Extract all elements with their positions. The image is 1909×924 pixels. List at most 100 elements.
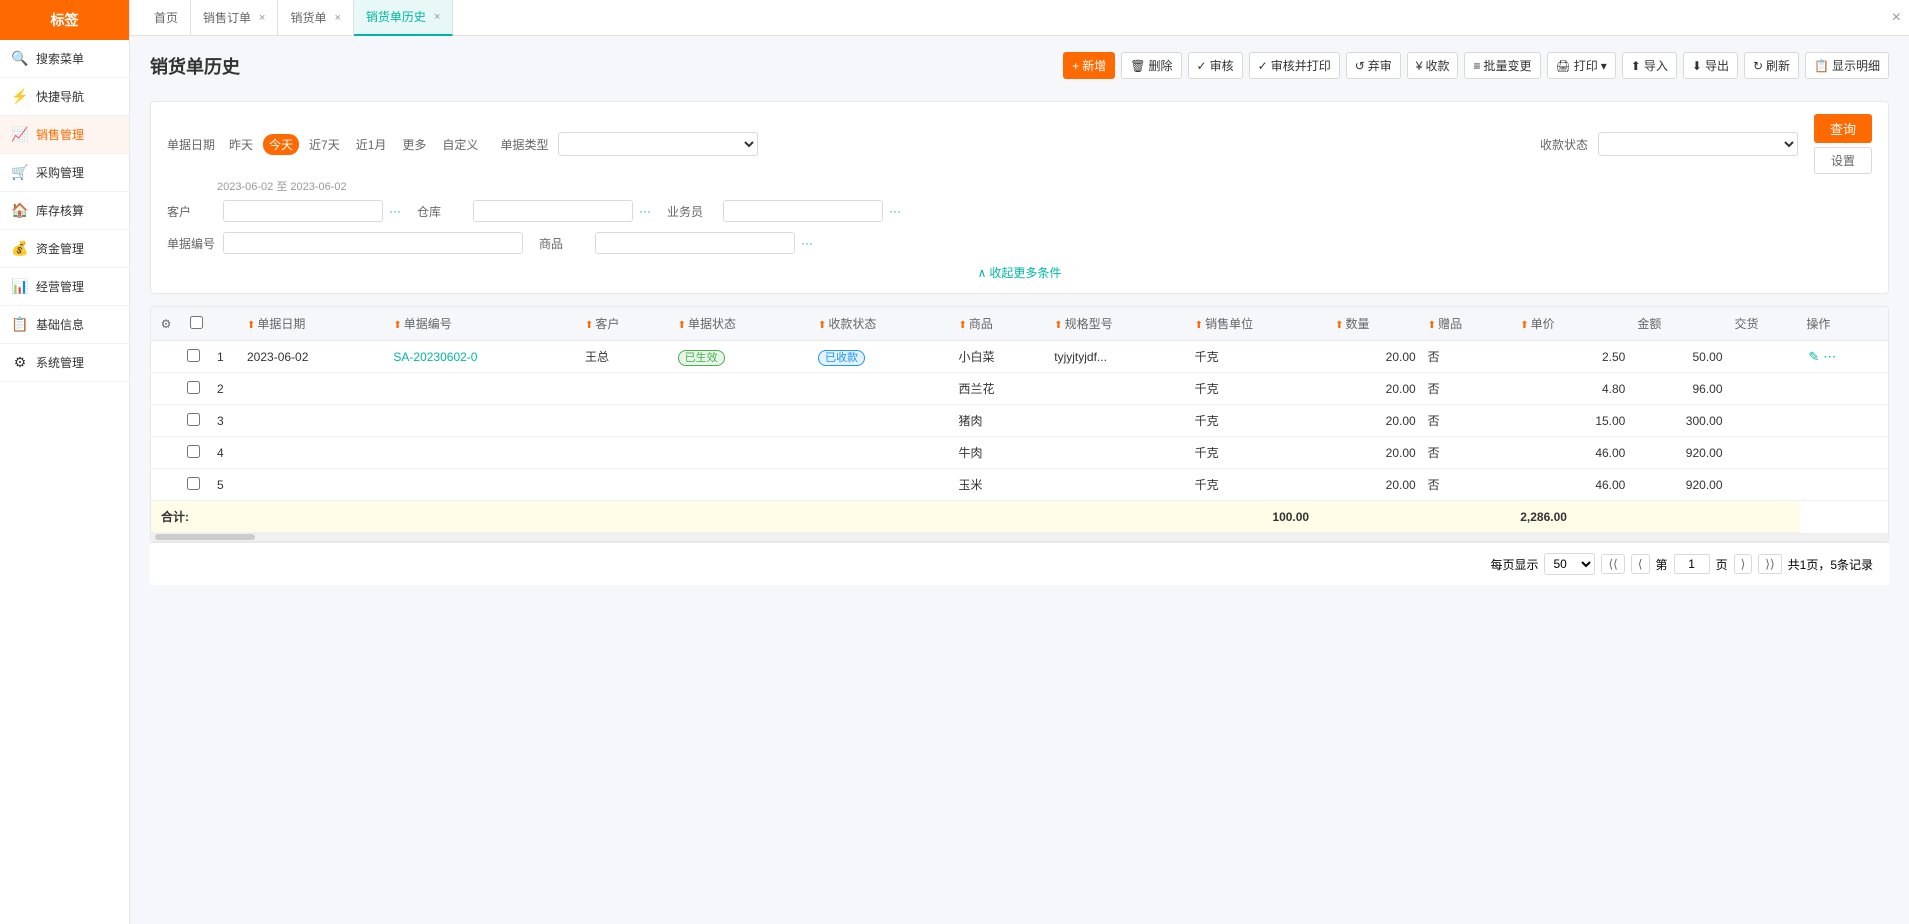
doc-number-cell[interactable]: [387, 373, 579, 405]
date-tag-more[interactable]: 更多: [396, 134, 432, 155]
delete-button[interactable]: 🗑 删除: [1121, 52, 1181, 79]
btn-label: 刷新: [1766, 57, 1790, 74]
row-checkbox[interactable]: [187, 349, 200, 362]
warehouse-dots[interactable]: ···: [639, 204, 651, 218]
audit-print-button[interactable]: ✓ 审核并打印: [1249, 52, 1340, 79]
col-unit[interactable]: ⬆销售单位: [1189, 307, 1329, 341]
last-page-button[interactable]: ⟩⟩: [1758, 554, 1781, 574]
row-checkbox[interactable]: [187, 413, 200, 426]
checkbox-cell[interactable]: [181, 341, 211, 373]
batch-change-button[interactable]: ≡ 批量变更: [1464, 52, 1540, 79]
checkbox-cell[interactable]: [181, 437, 211, 469]
col-customer[interactable]: ⬆客户: [579, 307, 672, 341]
price-cell: 46.00: [1514, 437, 1631, 469]
export-button[interactable]: ⬇ 导出: [1683, 52, 1738, 79]
tab-sales-order[interactable]: 销售订单 ×: [191, 0, 278, 36]
date-tag-today[interactable]: 今天: [263, 134, 299, 155]
refresh-button[interactable]: ↻ 刷新: [1744, 52, 1799, 79]
sidebar-item-inventory[interactable]: 🏠 库存核算: [0, 192, 129, 230]
new-button[interactable]: + 新增: [1063, 52, 1115, 79]
sidebar-item-purchase-mgmt[interactable]: 🛒 采购管理: [0, 154, 129, 192]
date-tag-yesterday[interactable]: 昨天: [223, 134, 259, 155]
settings-cell: [151, 341, 181, 373]
collapse-button[interactable]: ∧ 收起更多条件: [167, 264, 1872, 281]
col-gift[interactable]: ⬆赠品: [1422, 307, 1515, 341]
tab-sales-history[interactable]: 销货单历史 ×: [354, 0, 453, 36]
close-icon[interactable]: ×: [259, 12, 265, 24]
tab-sales-goods[interactable]: 销货单 ×: [278, 0, 353, 36]
checkbox-cell[interactable]: [181, 405, 211, 437]
col-payment-status[interactable]: ⬆收款状态: [812, 307, 952, 341]
more-button[interactable]: ⋯: [1823, 349, 1836, 364]
payment-status-select[interactable]: [1598, 132, 1798, 156]
col-settings[interactable]: ⚙: [151, 307, 181, 341]
col-doc-status[interactable]: ⬆单据状态: [672, 307, 812, 341]
close-window-icon[interactable]: ×: [1892, 9, 1901, 27]
abandon-button[interactable]: ↺ 弃审: [1346, 52, 1401, 79]
row-checkbox[interactable]: [187, 381, 200, 394]
doc-status-cell: [672, 373, 812, 405]
row-checkbox[interactable]: [187, 477, 200, 490]
first-page-button[interactable]: ⟨⟨: [1601, 554, 1624, 574]
payment-status-label: 收款状态: [1540, 136, 1590, 153]
show-detail-button[interactable]: 📋 显示明细: [1805, 52, 1889, 79]
audit-button[interactable]: ✓ 审核: [1188, 52, 1243, 79]
date-tag-1month[interactable]: 近1月: [350, 134, 393, 155]
sidebar-item-basic-info[interactable]: 📋 基础信息: [0, 306, 129, 344]
doc-number-cell[interactable]: [387, 469, 579, 501]
operation-cell: [1800, 405, 1888, 437]
select-all-checkbox[interactable]: [190, 316, 203, 329]
col-spec[interactable]: ⬆规格型号: [1048, 307, 1188, 341]
transaction-cell: [1729, 341, 1801, 373]
warehouse-input[interactable]: [473, 200, 633, 222]
next-page-button[interactable]: ⟩: [1734, 554, 1753, 574]
col-qty[interactable]: ⬆数量: [1329, 307, 1422, 341]
doc-date-cell: [241, 469, 387, 501]
customer-dots[interactable]: ···: [389, 204, 401, 218]
col-doc-number[interactable]: ⬆单据编号: [387, 307, 579, 341]
col-goods[interactable]: ⬆商品: [952, 307, 1048, 341]
print-button[interactable]: 🖨 打印 ▾: [1547, 52, 1616, 79]
checkbox-cell[interactable]: [181, 373, 211, 405]
page-number-input[interactable]: 1: [1674, 554, 1710, 574]
checkbox-cell[interactable]: [181, 469, 211, 501]
doc-number-cell[interactable]: SA-20230602-0: [387, 341, 579, 373]
goods-cell: 小白菜: [952, 341, 1048, 373]
customer-input[interactable]: [223, 200, 383, 222]
horizontal-scrollbar[interactable]: [151, 533, 1888, 541]
sidebar-item-operations[interactable]: 📊 经营管理: [0, 268, 129, 306]
tab-home[interactable]: 首页: [138, 0, 191, 36]
tab-label: 首页: [154, 9, 178, 26]
goods-dots[interactable]: ···: [801, 236, 813, 250]
close-icon[interactable]: ×: [334, 12, 340, 24]
date-tag-7days[interactable]: 近7天: [303, 134, 346, 155]
sidebar-item-search-menu[interactable]: 🔍 搜索菜单: [0, 40, 129, 78]
col-doc-date[interactable]: ⬆单据日期: [241, 307, 387, 341]
doc-number-cell[interactable]: [387, 437, 579, 469]
doc-type-select[interactable]: [558, 132, 758, 156]
import-button[interactable]: ⬆ 导入: [1622, 52, 1677, 79]
btn-label: 收款: [1425, 57, 1449, 74]
goods-input[interactable]: [595, 232, 795, 254]
summary-label: 合计:: [151, 501, 241, 533]
salesperson-input[interactable]: [723, 200, 883, 222]
salesperson-dots[interactable]: ···: [889, 204, 901, 218]
doc-number-cell[interactable]: [387, 405, 579, 437]
prev-page-button[interactable]: ⟨: [1631, 554, 1650, 574]
collect-button[interactable]: ¥ 收款: [1407, 52, 1459, 79]
check-icon: ✓: [1197, 59, 1207, 73]
col-price[interactable]: ⬆单价: [1514, 307, 1631, 341]
row-checkbox[interactable]: [187, 445, 200, 458]
date-tag-custom[interactable]: 自定义: [436, 134, 484, 155]
sidebar-item-quick-nav[interactable]: ⚡ 快捷导航: [0, 78, 129, 116]
sidebar-item-sys-mgmt[interactable]: ⚙ 系统管理: [0, 344, 129, 382]
edit-button[interactable]: ✎: [1808, 349, 1819, 364]
close-icon[interactable]: ×: [434, 11, 440, 23]
per-page-select[interactable]: 50 100 200: [1544, 553, 1595, 575]
doc-number-input[interactable]: [223, 232, 523, 254]
setup-button[interactable]: 设置: [1814, 147, 1872, 174]
sidebar-item-finance[interactable]: 💰 资金管理: [0, 230, 129, 268]
btn-label: 弃审: [1368, 57, 1392, 74]
sidebar-item-sales-mgmt[interactable]: 📈 销售管理: [0, 116, 129, 154]
query-button[interactable]: 查询: [1814, 114, 1872, 143]
